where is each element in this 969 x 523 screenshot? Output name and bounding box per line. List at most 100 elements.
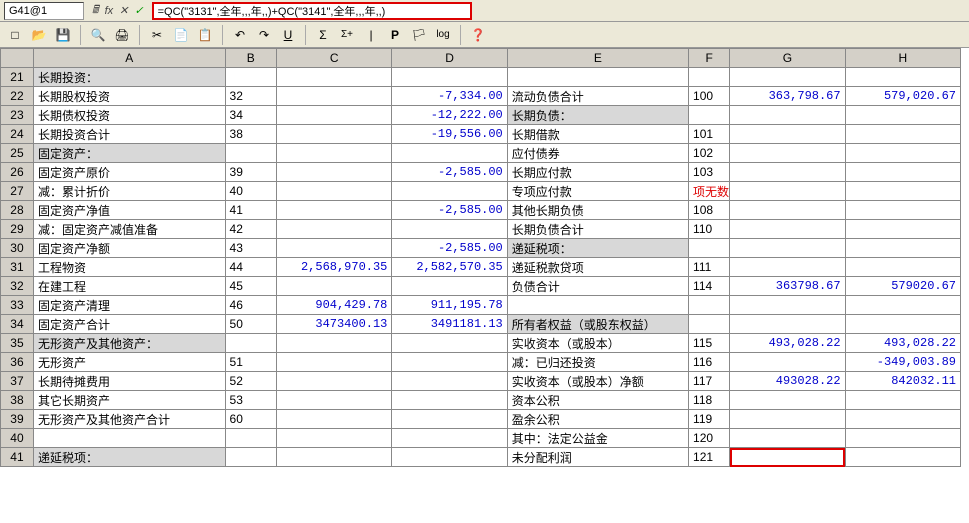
cell[interactable]: 3473400.13 bbox=[277, 315, 392, 334]
cell[interactable]: 无形资产及其他资产合计 bbox=[33, 410, 225, 429]
cell[interactable] bbox=[730, 391, 845, 410]
open-icon[interactable]: 📂 bbox=[28, 24, 50, 46]
row-header[interactable]: 36 bbox=[1, 353, 34, 372]
cell[interactable] bbox=[845, 296, 960, 315]
spreadsheet-grid[interactable]: A B C D E F G H 21长期投资：22 长期股权投资32-7,334… bbox=[0, 48, 969, 467]
cut-icon[interactable]: ✂ bbox=[146, 24, 168, 46]
cell[interactable] bbox=[277, 163, 392, 182]
cell-reference-box[interactable]: G41@1 bbox=[4, 2, 84, 20]
cell[interactable] bbox=[845, 68, 960, 87]
row-header[interactable]: 24 bbox=[1, 125, 34, 144]
cell[interactable]: -12,222.00 bbox=[392, 106, 507, 125]
cell[interactable] bbox=[225, 334, 277, 353]
cell[interactable]: 3491181.13 bbox=[392, 315, 507, 334]
cell[interactable] bbox=[845, 201, 960, 220]
undo-icon[interactable]: ↶ bbox=[229, 24, 251, 46]
help-icon[interactable]: ❓ bbox=[467, 24, 489, 46]
cell[interactable]: 53 bbox=[225, 391, 277, 410]
cell[interactable] bbox=[392, 144, 507, 163]
cell[interactable]: 32 bbox=[225, 87, 277, 106]
cell[interactable] bbox=[277, 391, 392, 410]
new-icon[interactable]: □ bbox=[4, 24, 26, 46]
fx-icon[interactable]: fx bbox=[105, 5, 114, 17]
cell[interactable] bbox=[277, 334, 392, 353]
cell[interactable]: 其中：法定公益金 bbox=[507, 429, 688, 448]
cell[interactable]: 固定资产净额 bbox=[33, 239, 225, 258]
col-header-C[interactable]: C bbox=[277, 49, 392, 68]
cancel-icon[interactable]: ✕ bbox=[119, 4, 128, 17]
cell[interactable] bbox=[33, 429, 225, 448]
cell[interactable]: 39 bbox=[225, 163, 277, 182]
save-icon[interactable]: 💾 bbox=[52, 24, 74, 46]
col-header-E[interactable]: E bbox=[507, 49, 688, 68]
cell[interactable] bbox=[730, 296, 845, 315]
cell[interactable] bbox=[392, 277, 507, 296]
cell[interactable] bbox=[277, 182, 392, 201]
row-header[interactable]: 25 bbox=[1, 144, 34, 163]
cell[interactable] bbox=[277, 353, 392, 372]
sum-icon[interactable]: Σ bbox=[312, 24, 334, 46]
cell[interactable]: 固定资产净值 bbox=[33, 201, 225, 220]
cell[interactable]: 减：已归还投资 bbox=[507, 353, 688, 372]
cell[interactable] bbox=[730, 144, 845, 163]
cell[interactable]: 固定资产清理 bbox=[33, 296, 225, 315]
cell[interactable] bbox=[225, 448, 277, 467]
cell[interactable]: 递延税款贷项 bbox=[507, 258, 688, 277]
cell[interactable]: -2,585.00 bbox=[392, 201, 507, 220]
cell[interactable]: -2,585.00 bbox=[392, 163, 507, 182]
cell[interactable] bbox=[845, 410, 960, 429]
cell[interactable] bbox=[845, 163, 960, 182]
cell[interactable]: 2,582,570.35 bbox=[392, 258, 507, 277]
cell[interactable] bbox=[277, 87, 392, 106]
cell[interactable]: 41 bbox=[225, 201, 277, 220]
cell[interactable]: 116 bbox=[689, 353, 730, 372]
cell[interactable]: 103 bbox=[689, 163, 730, 182]
cell[interactable]: 负债合计 bbox=[507, 277, 688, 296]
row-header[interactable]: 38 bbox=[1, 391, 34, 410]
cell[interactable]: 579,020.67 bbox=[845, 87, 960, 106]
cell[interactable] bbox=[730, 182, 845, 201]
col-header-H[interactable]: H bbox=[845, 49, 960, 68]
cell[interactable] bbox=[277, 277, 392, 296]
cell[interactable]: 减：固定资产减值准备 bbox=[33, 220, 225, 239]
cell[interactable] bbox=[392, 334, 507, 353]
cell[interactable] bbox=[730, 201, 845, 220]
cell[interactable]: -19,556.00 bbox=[392, 125, 507, 144]
cell[interactable]: 108 bbox=[689, 201, 730, 220]
cell[interactable]: 应付债券 bbox=[507, 144, 688, 163]
cell[interactable]: 118 bbox=[689, 391, 730, 410]
row-header[interactable]: 41 bbox=[1, 448, 34, 467]
cell[interactable] bbox=[392, 429, 507, 448]
row-header[interactable]: 39 bbox=[1, 410, 34, 429]
cell[interactable]: 流动负债合计 bbox=[507, 87, 688, 106]
cell[interactable] bbox=[845, 220, 960, 239]
cell[interactable]: 减：累计折价 bbox=[33, 182, 225, 201]
cell[interactable] bbox=[730, 239, 845, 258]
cell[interactable]: 资本公积 bbox=[507, 391, 688, 410]
cell[interactable] bbox=[730, 68, 845, 87]
cell[interactable]: 904,429.78 bbox=[277, 296, 392, 315]
col-header-A[interactable]: A bbox=[33, 49, 225, 68]
cell[interactable] bbox=[507, 68, 688, 87]
cell[interactable]: 102 bbox=[689, 144, 730, 163]
cell[interactable]: 项无数据 bbox=[689, 182, 730, 201]
flag-icon[interactable]: 🏳 bbox=[408, 24, 430, 46]
cell[interactable]: 长期投资： bbox=[33, 68, 225, 87]
cell[interactable]: 101 bbox=[689, 125, 730, 144]
cell[interactable]: 51 bbox=[225, 353, 277, 372]
cell[interactable]: 46 bbox=[225, 296, 277, 315]
cell[interactable]: 44 bbox=[225, 258, 277, 277]
row-header[interactable]: 29 bbox=[1, 220, 34, 239]
cell[interactable]: 无形资产及其他资产： bbox=[33, 334, 225, 353]
cell[interactable] bbox=[730, 106, 845, 125]
cell[interactable] bbox=[689, 106, 730, 125]
cell[interactable] bbox=[730, 353, 845, 372]
cell[interactable]: 长期股权投资 bbox=[33, 87, 225, 106]
col-header-F[interactable]: F bbox=[689, 49, 730, 68]
cell[interactable]: 无形资产 bbox=[33, 353, 225, 372]
cell[interactable]: -2,585.00 bbox=[392, 239, 507, 258]
row-header[interactable]: 28 bbox=[1, 201, 34, 220]
cell[interactable] bbox=[225, 144, 277, 163]
cell[interactable]: 493,028.22 bbox=[730, 334, 845, 353]
cell[interactable]: 115 bbox=[689, 334, 730, 353]
